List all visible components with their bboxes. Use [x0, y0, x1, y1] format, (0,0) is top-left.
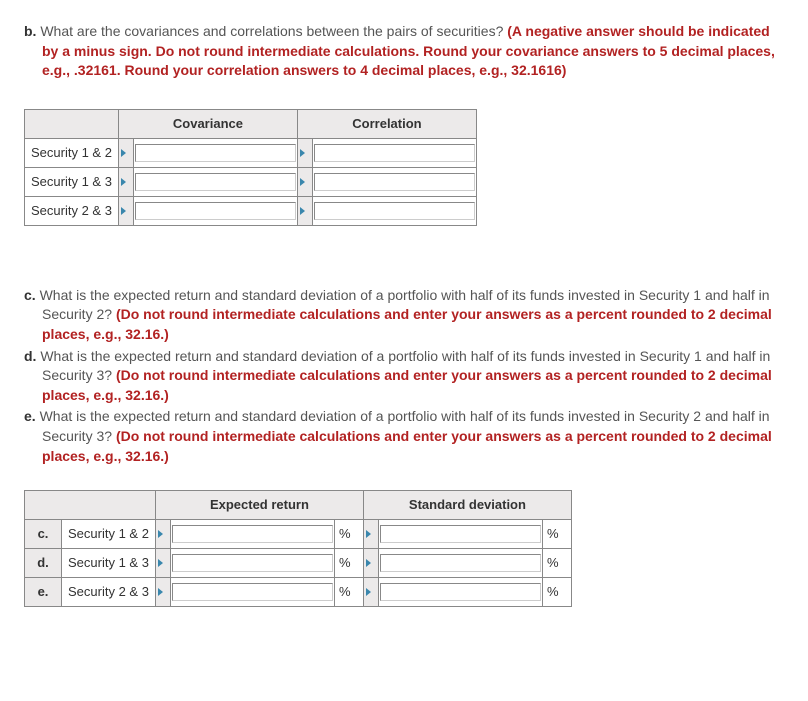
expected-return-input-c[interactable]	[172, 525, 333, 543]
covariance-cell	[133, 167, 297, 196]
table-covariance-correlation: Covariance Correlation Security 1 & 2 Se…	[24, 109, 477, 226]
input-marker-icon	[118, 138, 133, 167]
stddev-cell	[378, 520, 542, 549]
table-row: d. Security 1 & 3 % %	[25, 549, 572, 578]
stddev-cell	[378, 578, 542, 607]
covariance-input-23[interactable]	[135, 202, 296, 220]
expected-return-cell	[170, 578, 334, 607]
unit-percent: %	[334, 578, 363, 607]
input-marker-icon	[297, 138, 312, 167]
table-row: Security 1 & 2	[25, 138, 477, 167]
question-e-bold: (Do not round intermediate calculations …	[42, 428, 772, 464]
covariance-input-12[interactable]	[135, 144, 296, 162]
col-header-covariance: Covariance	[118, 109, 297, 138]
question-d-bold: (Do not round intermediate calculations …	[42, 367, 772, 403]
col-header-expected-return: Expected return	[155, 491, 363, 520]
row-label: Security 1 & 3	[62, 549, 156, 578]
input-marker-icon	[363, 549, 378, 578]
input-marker-icon	[155, 578, 170, 607]
col-header-correlation: Correlation	[297, 109, 476, 138]
row-label: Security 1 & 2	[62, 520, 156, 549]
expected-return-input-d[interactable]	[172, 554, 333, 572]
question-b-text: b. What are the covariances and correlat…	[24, 22, 784, 81]
unit-percent: %	[334, 549, 363, 578]
table-b-corner	[25, 109, 119, 138]
col-header-standard-deviation: Standard deviation	[363, 491, 571, 520]
table-expected-return-stddev: Expected return Standard deviation c. Se…	[24, 490, 572, 607]
expected-return-cell	[170, 520, 334, 549]
question-e-label: e.	[24, 408, 36, 424]
expected-return-input-e[interactable]	[172, 583, 333, 601]
row-label: Security 2 & 3	[25, 196, 119, 225]
correlation-input-12[interactable]	[314, 144, 475, 162]
table-row: e. Security 2 & 3 % %	[25, 578, 572, 607]
correlation-cell	[312, 196, 476, 225]
question-b-label: b.	[24, 23, 36, 39]
stddev-cell	[378, 549, 542, 578]
stddev-input-c[interactable]	[380, 525, 541, 543]
covariance-input-13[interactable]	[135, 173, 296, 191]
unit-percent: %	[542, 549, 571, 578]
row-letter: c.	[25, 520, 62, 549]
question-e-text: e. What is the expected return and stand…	[24, 407, 784, 466]
expected-return-cell	[170, 549, 334, 578]
input-marker-icon	[297, 196, 312, 225]
row-letter: e.	[25, 578, 62, 607]
question-c-text: c. What is the expected return and stand…	[24, 286, 784, 345]
row-label: Security 1 & 3	[25, 167, 119, 196]
covariance-cell	[133, 138, 297, 167]
question-b-prefix: What are the covariances and correlation…	[40, 23, 507, 39]
stddev-input-e[interactable]	[380, 583, 541, 601]
question-c-bold: (Do not round intermediate calculations …	[42, 306, 772, 342]
unit-percent: %	[542, 520, 571, 549]
unit-percent: %	[334, 520, 363, 549]
question-c-label: c.	[24, 287, 36, 303]
questions-cde-block: c. What is the expected return and stand…	[24, 286, 784, 466]
row-label: Security 1 & 2	[25, 138, 119, 167]
row-letter: d.	[25, 549, 62, 578]
stddev-input-d[interactable]	[380, 554, 541, 572]
correlation-cell	[312, 138, 476, 167]
correlation-input-23[interactable]	[314, 202, 475, 220]
input-marker-icon	[297, 167, 312, 196]
table-row: Security 1 & 3	[25, 167, 477, 196]
input-marker-icon	[363, 520, 378, 549]
correlation-input-13[interactable]	[314, 173, 475, 191]
unit-percent: %	[542, 578, 571, 607]
question-b: b. What are the covariances and correlat…	[24, 22, 784, 81]
table-row: c. Security 1 & 2 % %	[25, 520, 572, 549]
input-marker-icon	[118, 196, 133, 225]
input-marker-icon	[118, 167, 133, 196]
row-label: Security 2 & 3	[62, 578, 156, 607]
input-marker-icon	[363, 578, 378, 607]
table-cde-corner	[25, 491, 156, 520]
table-row: Security 2 & 3	[25, 196, 477, 225]
input-marker-icon	[155, 520, 170, 549]
correlation-cell	[312, 167, 476, 196]
input-marker-icon	[155, 549, 170, 578]
covariance-cell	[133, 196, 297, 225]
question-d-label: d.	[24, 348, 36, 364]
question-d-text: d. What is the expected return and stand…	[24, 347, 784, 406]
